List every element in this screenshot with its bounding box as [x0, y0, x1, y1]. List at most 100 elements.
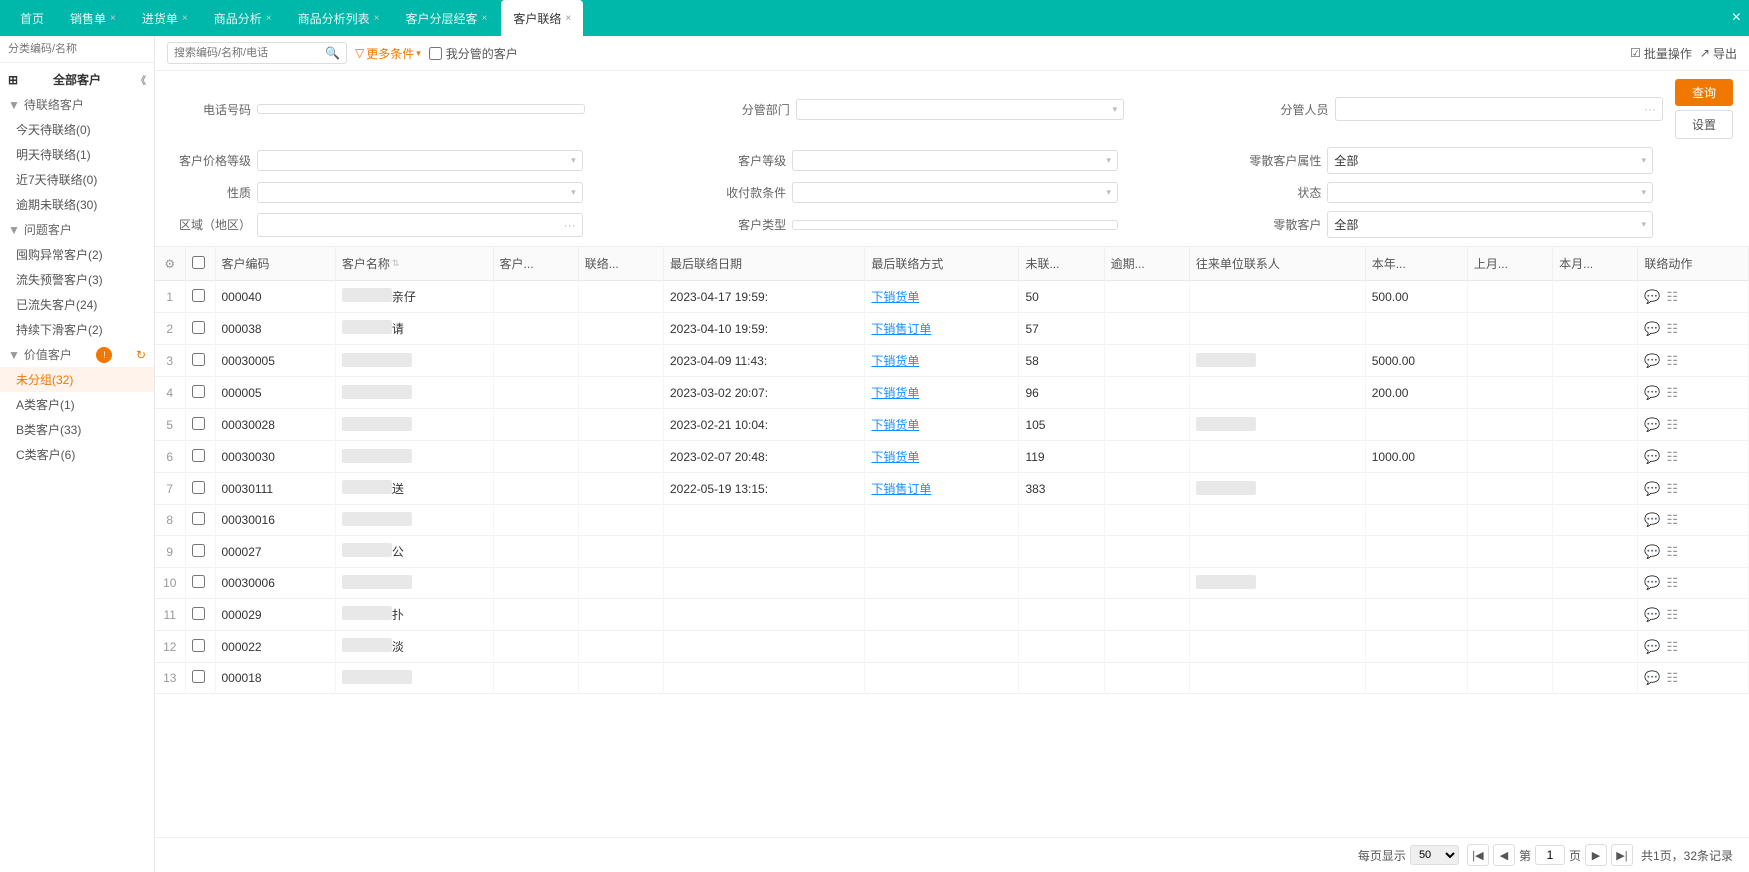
- contact-action-icon[interactable]: 💬: [1644, 321, 1660, 337]
- row-last-contact-way-link[interactable]: 下销货单: [871, 386, 919, 400]
- sidebar-item-churned[interactable]: 已流失客户(24): [0, 292, 154, 317]
- phone-input[interactable]: [257, 104, 585, 114]
- sidebar-item-c-class[interactable]: C类客户(6): [0, 442, 154, 467]
- prev-page-btn[interactable]: ◀: [1493, 844, 1515, 866]
- row-last-contact-way-link[interactable]: 下销货单: [871, 418, 919, 432]
- close-icon[interactable]: ×: [110, 13, 116, 24]
- global-close-icon[interactable]: ×: [1732, 9, 1741, 27]
- first-page-btn[interactable]: |◀: [1467, 844, 1489, 866]
- dept-select[interactable]: ▾: [796, 99, 1124, 120]
- row-checkbox[interactable]: [192, 481, 205, 494]
- contact-action-icon[interactable]: 💬: [1644, 512, 1660, 528]
- sidebar-search-input[interactable]: [8, 43, 150, 55]
- contact-action-icon[interactable]: 💬: [1644, 575, 1660, 591]
- contact-action-icon[interactable]: 💬: [1644, 385, 1660, 401]
- nav-customer-contact[interactable]: 客户联络 ×: [501, 0, 583, 36]
- sidebar-item-ungroup[interactable]: 未分组(32): [0, 367, 154, 392]
- contact-action-icon[interactable]: 💬: [1644, 353, 1660, 369]
- more-action-icon[interactable]: ☷: [1667, 289, 1679, 305]
- nav-product-analysis[interactable]: 商品分析 ×: [202, 0, 284, 36]
- row-last-contact-way-link[interactable]: 下销货单: [871, 450, 919, 464]
- sidebar-item-a-class[interactable]: A类客户(1): [0, 392, 154, 417]
- price-grade-select[interactable]: ▾: [257, 150, 583, 171]
- nav-sales[interactable]: 销售单 ×: [58, 0, 128, 36]
- row-last-contact-way-link[interactable]: 下销售订单: [871, 482, 931, 496]
- more-action-icon[interactable]: ☷: [1667, 670, 1679, 686]
- row-checkbox[interactable]: [192, 544, 205, 557]
- filter-search-icon[interactable]: 🔍: [325, 46, 340, 60]
- nav-customer-segment[interactable]: 客户分层经客 ×: [393, 0, 499, 36]
- more-action-icon[interactable]: ☷: [1667, 481, 1679, 497]
- filter-search-input[interactable]: [174, 47, 321, 59]
- status-select[interactable]: ▾: [1327, 182, 1653, 203]
- sidebar-item-abnormal[interactable]: 囤购异常客户(2): [0, 242, 154, 267]
- sidebar-search-box[interactable]: 🔍: [0, 36, 154, 63]
- person-input[interactable]: ···: [1335, 97, 1663, 121]
- more-action-icon[interactable]: ☷: [1667, 321, 1679, 337]
- more-action-icon[interactable]: ☷: [1667, 385, 1679, 401]
- page-input[interactable]: [1535, 845, 1565, 865]
- table-settings-icon[interactable]: ⚙: [164, 257, 175, 271]
- close-icon[interactable]: ×: [374, 13, 380, 24]
- row-checkbox[interactable]: [192, 607, 205, 620]
- row-last-contact-way-link[interactable]: 下销货单: [871, 354, 919, 368]
- last-page-btn[interactable]: ▶|: [1611, 844, 1633, 866]
- refresh-icon[interactable]: ↻: [136, 348, 146, 362]
- sidebar-item-b-class[interactable]: B类客户(33): [0, 417, 154, 442]
- contact-action-icon[interactable]: 💬: [1644, 289, 1660, 305]
- nature-select[interactable]: ▾: [257, 182, 583, 203]
- sidebar-item-tomorrow[interactable]: 明天待联络(1): [0, 142, 154, 167]
- contact-action-icon[interactable]: 💬: [1644, 481, 1660, 497]
- row-checkbox[interactable]: [192, 385, 205, 398]
- row-checkbox[interactable]: [192, 670, 205, 683]
- payment-select[interactable]: ▾: [792, 182, 1118, 203]
- row-last-contact-way-link[interactable]: 下销售订单: [871, 322, 931, 336]
- row-checkbox[interactable]: [192, 639, 205, 652]
- contact-action-icon[interactable]: 💬: [1644, 417, 1660, 433]
- nav-purchase[interactable]: 进货单 ×: [130, 0, 200, 36]
- more-action-icon[interactable]: ☷: [1667, 449, 1679, 465]
- row-checkbox[interactable]: [192, 321, 205, 334]
- sidebar-item-7days[interactable]: 近7天待联络(0): [0, 167, 154, 192]
- close-icon[interactable]: ×: [481, 13, 487, 24]
- contact-action-icon[interactable]: 💬: [1644, 449, 1660, 465]
- retail-attr-select[interactable]: 全部 ▾: [1327, 147, 1653, 174]
- select-all-checkbox[interactable]: [192, 256, 205, 269]
- row-last-contact-way-link[interactable]: 下销货单: [871, 290, 919, 304]
- more-action-icon[interactable]: ☷: [1667, 607, 1679, 623]
- region-input[interactable]: ···: [257, 213, 583, 237]
- retail-customer-select[interactable]: 全部 ▾: [1327, 211, 1653, 238]
- more-action-icon[interactable]: ☷: [1667, 512, 1679, 528]
- row-checkbox[interactable]: [192, 575, 205, 588]
- row-checkbox[interactable]: [192, 289, 205, 302]
- nav-product-analysis-list[interactable]: 商品分析列表 ×: [286, 0, 392, 36]
- row-checkbox[interactable]: [192, 417, 205, 430]
- row-checkbox[interactable]: [192, 449, 205, 462]
- search-btn[interactable]: 查询: [1675, 79, 1733, 106]
- contact-action-icon[interactable]: 💬: [1644, 607, 1660, 623]
- customer-type-select[interactable]: [792, 220, 1118, 230]
- contact-action-icon[interactable]: 💬: [1644, 670, 1660, 686]
- more-action-icon[interactable]: ☷: [1667, 417, 1679, 433]
- my-customers-checkbox[interactable]: [429, 47, 442, 60]
- per-page-select[interactable]: 50 20 100: [1410, 845, 1459, 865]
- batch-ops-btn[interactable]: ☑ 批量操作: [1630, 45, 1692, 62]
- more-action-icon[interactable]: ☷: [1667, 575, 1679, 591]
- reset-btn[interactable]: 设置: [1675, 110, 1733, 139]
- row-checkbox[interactable]: [192, 512, 205, 525]
- nav-home[interactable]: 首页: [8, 0, 56, 36]
- contact-action-icon[interactable]: 💬: [1644, 544, 1660, 560]
- filter-more-btn[interactable]: ▽ 更多条件 ▾: [355, 45, 421, 62]
- filter-search-box[interactable]: 🔍: [167, 42, 347, 64]
- more-action-icon[interactable]: ☷: [1667, 353, 1679, 369]
- filter-my-customers[interactable]: 我分管的客户: [429, 45, 518, 62]
- sidebar-item-declining[interactable]: 持续下滑客户(2): [0, 317, 154, 342]
- close-icon[interactable]: ×: [266, 13, 272, 24]
- more-action-icon[interactable]: ☷: [1667, 544, 1679, 560]
- customer-grade-select[interactable]: ▾: [792, 150, 1118, 171]
- sidebar-item-overdue[interactable]: 逾期未联络(30): [0, 192, 154, 217]
- next-page-btn[interactable]: ▶: [1585, 844, 1607, 866]
- close-icon[interactable]: ×: [565, 13, 571, 24]
- sidebar-item-churn-warning[interactable]: 流失预警客户(3): [0, 267, 154, 292]
- close-icon[interactable]: ×: [182, 13, 188, 24]
